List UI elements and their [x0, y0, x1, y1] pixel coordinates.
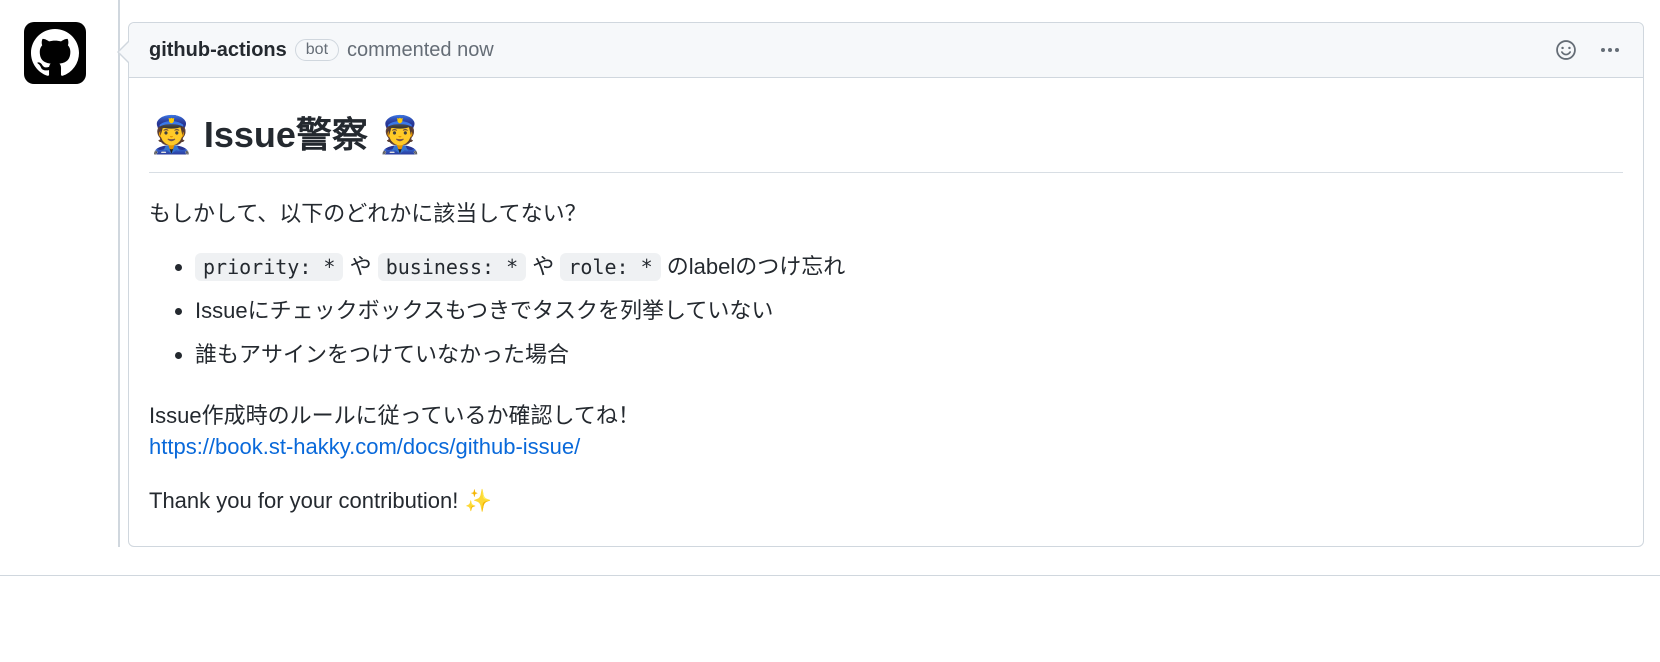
bot-badge: bot: [295, 39, 339, 61]
comment-body: 👮 Issue警察 👮 もしかして、以下のどれかに該当してない？ priorit…: [129, 78, 1643, 546]
timeline-line: [118, 0, 120, 547]
intro-text: もしかして、以下のどれかに該当してない？: [149, 197, 1623, 230]
sparkles-icon: ✨: [465, 488, 492, 513]
police-emoji-icon: 👮: [378, 114, 423, 155]
comment-container: github-actions bot commented now: [128, 22, 1644, 547]
code-chip: priority: *: [195, 253, 343, 281]
smiley-icon: [1555, 39, 1577, 61]
avatar[interactable]: [24, 22, 86, 84]
police-emoji-icon: 👮: [149, 114, 194, 155]
code-chip: business: *: [378, 253, 526, 281]
heading: 👮 Issue警察 👮: [149, 106, 1623, 173]
comment-menu-button[interactable]: [1597, 44, 1623, 56]
list-item: 誰もアサインをつけていなかった場合: [195, 334, 1623, 376]
docs-link[interactable]: https://book.st-hakky.com/docs/github-is…: [149, 434, 580, 459]
issue-list: priority: * や business: * や role: * のlab…: [149, 246, 1623, 375]
divider: [0, 575, 1660, 576]
author-link[interactable]: github-actions: [149, 39, 287, 62]
confirm-text: Issue作成時のルールに従っているか確認してね！: [149, 399, 1623, 432]
heading-text: Issue警察: [204, 114, 368, 155]
comment-header: github-actions bot commented now: [129, 23, 1643, 78]
comment-timestamp: commented now: [347, 39, 494, 62]
github-logo-icon: [31, 29, 79, 77]
add-reaction-button[interactable]: [1551, 35, 1581, 65]
kebab-icon: [1601, 48, 1619, 52]
thanks-line: Thank you for your contribution! ✨: [149, 488, 1623, 514]
code-chip: role: *: [560, 253, 660, 281]
list-item: priority: * や business: * や role: * のlab…: [195, 246, 1623, 288]
list-item: Issueにチェックボックスもつきでタスクを列挙していない: [195, 290, 1623, 332]
